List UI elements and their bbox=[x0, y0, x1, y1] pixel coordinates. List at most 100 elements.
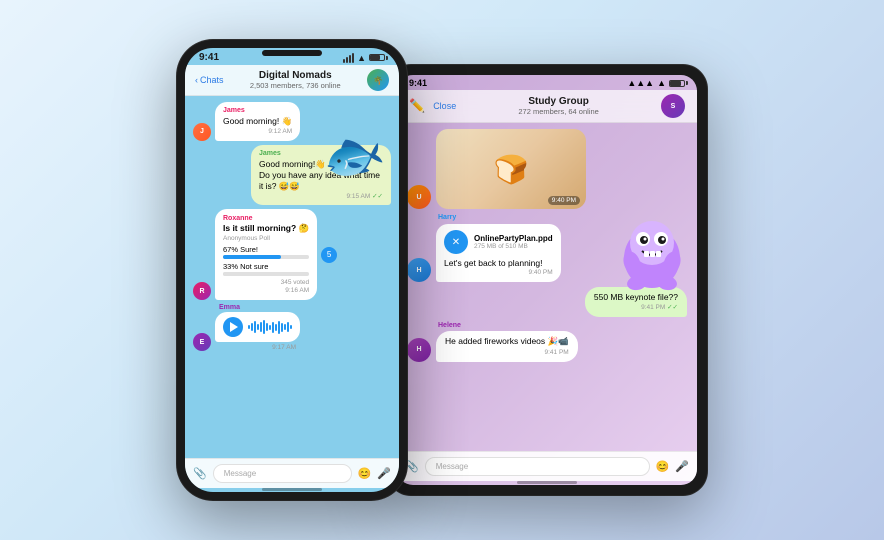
wave-bar bbox=[272, 322, 274, 333]
bubble-sender: James bbox=[223, 106, 292, 115]
roxanne-avatar: R bbox=[193, 282, 211, 300]
chevron-left-icon: ‹ bbox=[195, 75, 198, 85]
home-indicator bbox=[185, 488, 399, 492]
poll-question: Is it still morning? 🤔 bbox=[223, 223, 309, 234]
james-avatar: J bbox=[193, 123, 211, 141]
message-poll: R Roxanne Is it still morning? 🤔 Anonymo… bbox=[193, 209, 391, 300]
wave-bar bbox=[284, 324, 286, 330]
wave-bar bbox=[275, 324, 277, 331]
ipad-time: 9:41 bbox=[409, 78, 427, 88]
ipad-chat-header: ✏️ Close Study Group 272 members, 64 onl… bbox=[397, 90, 697, 123]
emoji-icon[interactable]: 😊 bbox=[358, 467, 372, 480]
back-label: Chats bbox=[200, 75, 224, 85]
ipad-status-icons: ▲▲▲ ▲ bbox=[627, 78, 685, 88]
ipad-messages-area: U 🍞 9:40 PM bbox=[397, 123, 697, 451]
file-bubble: ✕ OnlinePartyPlan.ppd 275 MB of 510 MB L… bbox=[436, 224, 561, 282]
wave-bar bbox=[263, 320, 265, 334]
ipad-screen: 9:41 ▲▲▲ ▲ ✏️ Close Study Group 272 memb… bbox=[397, 75, 697, 485]
signal-icon bbox=[343, 53, 354, 63]
ipad-device: 9:41 ▲▲▲ ▲ ✏️ Close Study Group 272 memb… bbox=[387, 65, 707, 495]
file-name: OnlinePartyPlan.ppd bbox=[474, 234, 553, 243]
iphone-chat-title: Digital Nomads bbox=[224, 70, 367, 81]
wave-bar bbox=[290, 325, 292, 329]
poll-bar-bg bbox=[223, 255, 309, 259]
compose-icon[interactable]: ✏️ bbox=[409, 98, 425, 114]
wave-bar bbox=[266, 323, 268, 331]
ipad-mic-icon[interactable]: 🎤 bbox=[675, 460, 689, 473]
battery-icon bbox=[369, 54, 385, 61]
waveform bbox=[248, 319, 292, 335]
poll-option-1[interactable]: 67% Sure! bbox=[223, 245, 309, 259]
helene-text: He added fireworks videos 🎉📹 bbox=[445, 336, 569, 346]
harry-time: 9:40 PM bbox=[444, 269, 553, 276]
unread-badge: 5 bbox=[321, 247, 337, 263]
play-button[interactable] bbox=[223, 317, 243, 337]
file-icon: ✕ bbox=[444, 230, 468, 254]
harry-sender-label: Harry bbox=[438, 214, 561, 221]
attachment-icon[interactable]: 📎 bbox=[193, 467, 207, 480]
file-size: 275 MB of 510 MB bbox=[474, 243, 553, 250]
poll-bubble: Roxanne Is it still morning? 🤔 Anonymous… bbox=[215, 209, 317, 300]
avatar-emoji: 🌴 bbox=[373, 76, 383, 85]
mic-icon[interactable]: 🎤 bbox=[377, 467, 391, 480]
photo-bubble: 🍞 9:40 PM bbox=[436, 129, 586, 209]
wave-bar bbox=[287, 322, 289, 332]
harry-avatar: H bbox=[407, 258, 431, 282]
ipad-battery-icon bbox=[669, 80, 685, 87]
ipad-home-indicator bbox=[397, 481, 697, 485]
iphone-device: 9:41 ▲ ‹ Chats Digital Nomads 2,503 memb… bbox=[177, 40, 407, 500]
wave-bar bbox=[278, 321, 280, 334]
back-button[interactable]: ‹ Chats bbox=[195, 75, 224, 85]
emma-label: Emma bbox=[219, 304, 300, 311]
bubble-time: 9:12 AM bbox=[223, 128, 292, 136]
bubble-time: 9:16 AM bbox=[223, 287, 309, 294]
close-button[interactable]: Close bbox=[433, 101, 456, 111]
input-placeholder: Message bbox=[224, 469, 256, 478]
wave-bar bbox=[257, 324, 259, 330]
poll-option-label: 33% Not sure bbox=[223, 262, 309, 271]
ipad-message-input[interactable]: Message bbox=[425, 457, 650, 476]
iphone-notch bbox=[262, 50, 322, 56]
bubble-helene: He added fireworks videos 🎉📹 9:41 PM bbox=[436, 331, 578, 361]
iphone-screen: 9:41 ▲ ‹ Chats Digital Nomads 2,503 memb… bbox=[185, 48, 399, 492]
ipad-status-bar: 9:41 ▲▲▲ ▲ bbox=[397, 75, 697, 90]
iphone-time: 9:41 bbox=[199, 52, 219, 63]
photo-placeholder: 🍞 9:40 PM bbox=[436, 129, 586, 209]
poll-option-text: 33% Not sure bbox=[223, 262, 268, 271]
ipad-wifi-icon: ▲ bbox=[657, 78, 666, 88]
iphone-header-center: Digital Nomads 2,503 members, 736 online bbox=[224, 70, 367, 90]
wifi-icon: ▲ bbox=[357, 53, 366, 63]
message-photo: U 🍞 9:40 PM bbox=[407, 129, 687, 209]
helene-sender-label: Helene bbox=[438, 322, 578, 329]
wave-bar bbox=[269, 325, 271, 330]
helene-time: 9:41 PM bbox=[445, 349, 569, 357]
ipad-input-placeholder: Message bbox=[436, 462, 468, 471]
iphone-message-input[interactable]: Message bbox=[213, 464, 352, 483]
ipad-emoji-icon[interactable]: 😊 bbox=[656, 460, 670, 473]
photo-time: 9:40 PM bbox=[548, 196, 580, 205]
poll-option-text: 67% Sure! bbox=[223, 245, 258, 254]
poll-bar-bg bbox=[223, 272, 309, 276]
poll-bar-fill bbox=[223, 255, 281, 259]
iphone-status-icons: ▲ bbox=[343, 53, 385, 63]
bubble-james-gm: James Good morning! 👋 9:12 AM bbox=[215, 102, 300, 141]
ipad-signal-icon: ▲▲▲ bbox=[627, 78, 654, 88]
chat-avatar[interactable]: 🌴 bbox=[367, 69, 389, 91]
poll-option-2[interactable]: 33% Not sure bbox=[223, 262, 309, 276]
ipad-input-area: 📎 Message 😊 🎤 bbox=[397, 451, 697, 481]
file-info: OnlinePartyPlan.ppd 275 MB of 510 MB bbox=[474, 234, 553, 250]
ipad-attachment-icon[interactable]: 📎 bbox=[405, 460, 419, 473]
ipad-header-center: Study Group 272 members, 64 online bbox=[456, 96, 661, 116]
wave-bar bbox=[281, 323, 283, 332]
ipad-chat-avatar[interactable]: S bbox=[661, 94, 685, 118]
wave-bar bbox=[248, 325, 250, 329]
harry-message-group: Harry ✕ OnlinePartyPlan.ppd 275 MB of 51… bbox=[436, 214, 561, 282]
toast-emoji: 🍞 bbox=[494, 153, 529, 186]
audio-bubble bbox=[215, 312, 300, 342]
poll-bar-fill bbox=[223, 272, 251, 276]
iphone-messages-area: 🐟 J James Good morning! 👋 9:12 AM James … bbox=[185, 96, 399, 458]
iphone-chat-subtitle: 2,503 members, 736 online bbox=[224, 81, 367, 90]
photo-sender-avatar: U bbox=[407, 185, 431, 209]
ipad-chat-subtitle: 272 members, 64 online bbox=[456, 107, 661, 116]
audio-time: 9:17 AM bbox=[215, 344, 296, 351]
